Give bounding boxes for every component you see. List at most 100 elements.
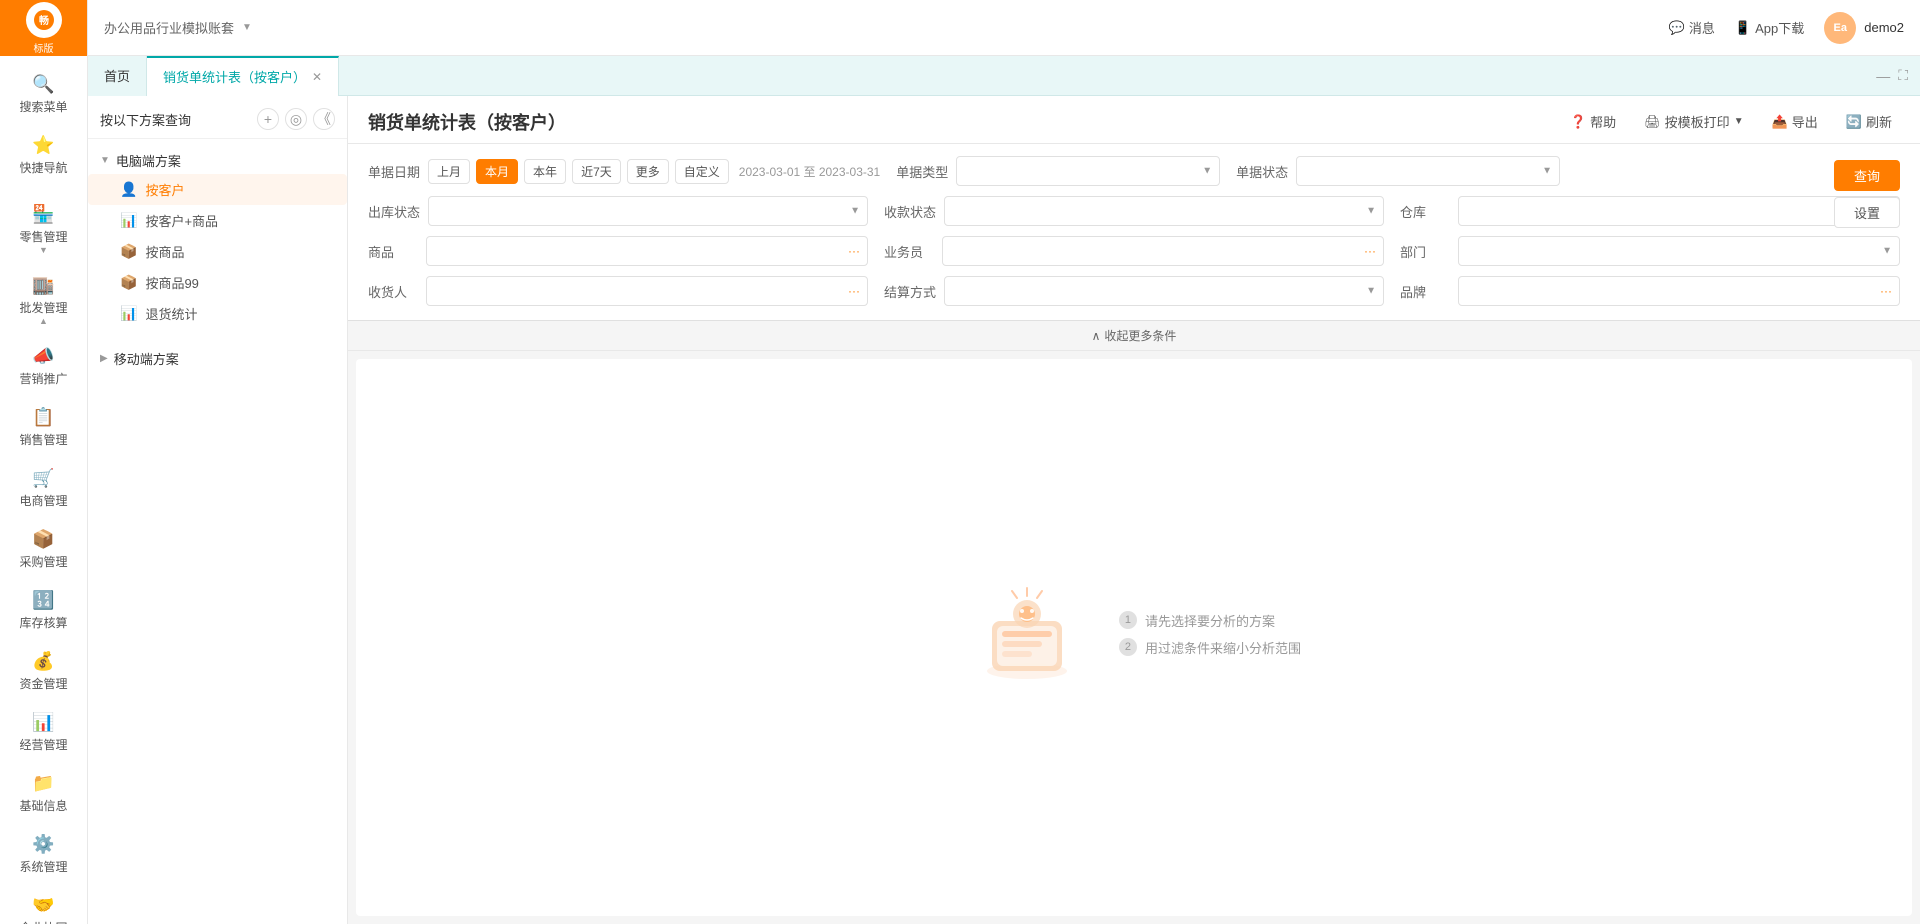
help-btn[interactable]: ❓ 帮助 (1562, 108, 1624, 135)
customer-goods-icon: 📊 (120, 212, 137, 229)
app-download-label: App下载 (1755, 18, 1804, 37)
app-download-btn[interactable]: 📱 App下载 (1735, 18, 1804, 37)
tab-sales-stat[interactable]: 销货单统计表（按客户） ✕ (147, 56, 339, 96)
sidebar-item-shortcut[interactable]: ⭐ 快捷导航 (0, 125, 87, 186)
mobile-group-label: 移动端方案 (114, 349, 179, 368)
brand-label: 品牌 (1400, 282, 1450, 301)
help-label: 帮助 (1590, 112, 1616, 131)
scheme-panel: 按以下方案查询 + ◎ 《 ▼ 电脑端方案 👤 按客户 📊 (88, 96, 348, 924)
enterprise-icon: 🤝 (32, 895, 54, 916)
tip2-text: 用过滤条件来缩小分析范围 (1145, 638, 1301, 657)
scheme-collapse-btn[interactable]: 《 (313, 108, 335, 130)
date-btn-custom[interactable]: 自定义 (675, 159, 729, 184)
date-btn-last-7[interactable]: 近7天 (572, 159, 621, 184)
sidebar-item-retail[interactable]: 🏪 零售管理 ▼ (0, 194, 87, 265)
sidebar-item-search[interactable]: 🔍 搜索菜单 (0, 64, 87, 125)
collect-status-label: 收款状态 (884, 202, 936, 221)
basic-icon: 📁 (32, 773, 54, 794)
out-status-cell: 出库状态 ▼ (368, 196, 868, 226)
scheme-child-by-goods-99[interactable]: 📦 按商品99 (88, 267, 347, 298)
message-btn[interactable]: 💬 消息 (1669, 18, 1715, 37)
receiver-more-icon[interactable]: ··· (848, 284, 860, 298)
sidebar-item-finance[interactable]: 💰 资金管理 (0, 641, 87, 702)
sidebar-finance-label: 资金管理 (19, 675, 67, 692)
sidebar-item-inventory[interactable]: 🔢 库存核算 (0, 580, 87, 641)
scheme-header-actions: + ◎ 《 (257, 108, 335, 130)
tab-bar: 首页 销货单统计表（按客户） ✕ — ⛶ (88, 56, 1920, 96)
wholesale-arrow: ▲ (39, 316, 48, 326)
sidebar-item-operations[interactable]: 📊 经营管理 (0, 702, 87, 763)
breadcrumb-arrow[interactable]: ▼ (242, 22, 252, 33)
sidebar-item-purchase[interactable]: 📦 采购管理 (0, 519, 87, 580)
sidebar-nav: 🔍 搜索菜单 ⭐ 快捷导航 🏪 零售管理 ▼ 🏬 批发管理 ▲ 📣 营销推广 📋… (0, 56, 87, 924)
date-btn-this-month[interactable]: 本月 (476, 159, 518, 184)
goods-input[interactable] (426, 236, 868, 266)
scheme-group-desktop[interactable]: ▼ 电脑端方案 (88, 147, 347, 174)
date-btn-this-year[interactable]: 本年 (524, 159, 566, 184)
export-btn[interactable]: 📤 导出 (1764, 108, 1826, 135)
refresh-btn[interactable]: 🔄 刷新 (1838, 108, 1900, 135)
report-header: 销货单统计表（按客户） ❓ 帮助 🖨 按模板打印 ▼ 📤 导出 (348, 96, 1920, 144)
sidebar-item-enterprise[interactable]: 🤝 企业协同 (0, 885, 87, 924)
date-btn-more[interactable]: 更多 (627, 159, 669, 184)
export-icon: 📤 (1772, 114, 1788, 130)
collapse-bar[interactable]: ∧ 收起更多条件 (348, 321, 1920, 351)
logo[interactable]: 畅 标版 (0, 0, 87, 56)
doc-status-select[interactable] (1296, 156, 1560, 186)
tab-home[interactable]: 首页 (88, 56, 147, 96)
sidebar-item-basic[interactable]: 📁 基础信息 (0, 763, 87, 824)
date-btn-last-month[interactable]: 上月 (428, 159, 470, 184)
goods-input-wrap: ··· (426, 236, 868, 266)
receiver-input[interactable] (426, 276, 868, 306)
brand-more-icon[interactable]: ··· (1880, 284, 1892, 298)
child-goods99-label: 按商品99 (145, 273, 198, 292)
filter-wrapper: 单据日期 上月 本月 本年 近7天 更多 自定义 2023-03-01 至 20… (348, 144, 1920, 321)
user-menu[interactable]: Ea demo2 (1824, 12, 1904, 44)
scheme-add-btn[interactable]: + (257, 108, 279, 130)
sidebar-item-ecommerce[interactable]: 🛒 电商管理 (0, 458, 87, 519)
scheme-section-desktop: ▼ 电脑端方案 👤 按客户 📊 按客户+商品 📦 按商品 📦 按商品 (88, 139, 347, 337)
sales-icon: 📋 (32, 407, 54, 428)
sidebar-marketing-label: 营销推广 (19, 370, 67, 387)
scheme-child-by-goods[interactable]: 📦 按商品 (88, 236, 347, 267)
out-status-select[interactable] (428, 196, 868, 226)
goods99-icon: 📦 (120, 274, 137, 291)
operations-icon: 📊 (32, 712, 54, 733)
customer-icon: 👤 (120, 181, 137, 198)
logo-text: 标版 (34, 40, 54, 55)
scheme-group-mobile[interactable]: ▶ 移动端方案 (88, 345, 347, 372)
sidebar-item-sales[interactable]: 📋 销售管理 (0, 397, 87, 458)
brand-input[interactable] (1458, 276, 1900, 306)
wholesale-icon: 🏬 (32, 275, 54, 296)
dept-cell: 部门 ▼ (1400, 236, 1900, 266)
salesperson-input[interactable] (942, 236, 1384, 266)
sidebar-item-system[interactable]: ⚙️ 系统管理 (0, 824, 87, 885)
collect-status-select[interactable] (944, 196, 1384, 226)
print-btn[interactable]: 🖨 按模板打印 ▼ (1636, 108, 1751, 135)
sidebar-item-wholesale[interactable]: 🏬 批发管理 ▲ (0, 265, 87, 336)
query-btn[interactable]: 查询 (1834, 160, 1900, 191)
app-icon: 📱 (1735, 20, 1751, 36)
sidebar-item-marketing[interactable]: 📣 营销推广 (0, 336, 87, 397)
scheme-edit-btn[interactable]: ◎ (285, 108, 307, 130)
goods-more-icon[interactable]: ··· (848, 244, 860, 258)
tab-minimize-icon[interactable]: — (1876, 68, 1890, 84)
doc-type-select[interactable] (956, 156, 1220, 186)
dept-select-wrap: ▼ (1458, 236, 1900, 266)
tab-maximize-icon[interactable]: ⛶ (1898, 67, 1908, 84)
salesperson-more-icon[interactable]: ··· (1364, 244, 1376, 258)
top-header: 办公用品行业模拟账套 ▼ 💬 消息 📱 App下载 Ea demo2 (88, 0, 1920, 56)
date-buttons: 上月 本月 本年 近7天 更多 自定义 2023-03-01 至 2023-03… (428, 159, 880, 184)
main-container: 办公用品行业模拟账套 ▼ 💬 消息 📱 App下载 Ea demo2 首页 销货… (88, 0, 1920, 924)
payment-select[interactable] (944, 276, 1384, 306)
tab-close-icon[interactable]: ✕ (312, 70, 322, 84)
scheme-child-by-customer[interactable]: 👤 按客户 (88, 174, 347, 205)
goods-icon: 📦 (120, 243, 137, 260)
dept-select[interactable] (1458, 236, 1900, 266)
settings-btn[interactable]: 设置 (1834, 197, 1900, 228)
sidebar-shortcut-label: 快捷导航 (19, 159, 67, 176)
scheme-child-by-customer-goods[interactable]: 📊 按客户+商品 (88, 205, 347, 236)
empty-illustration (967, 576, 1087, 699)
scheme-child-return-stats[interactable]: 📊 退货统计 (88, 298, 347, 329)
receiver-label: 收货人 (368, 282, 418, 301)
